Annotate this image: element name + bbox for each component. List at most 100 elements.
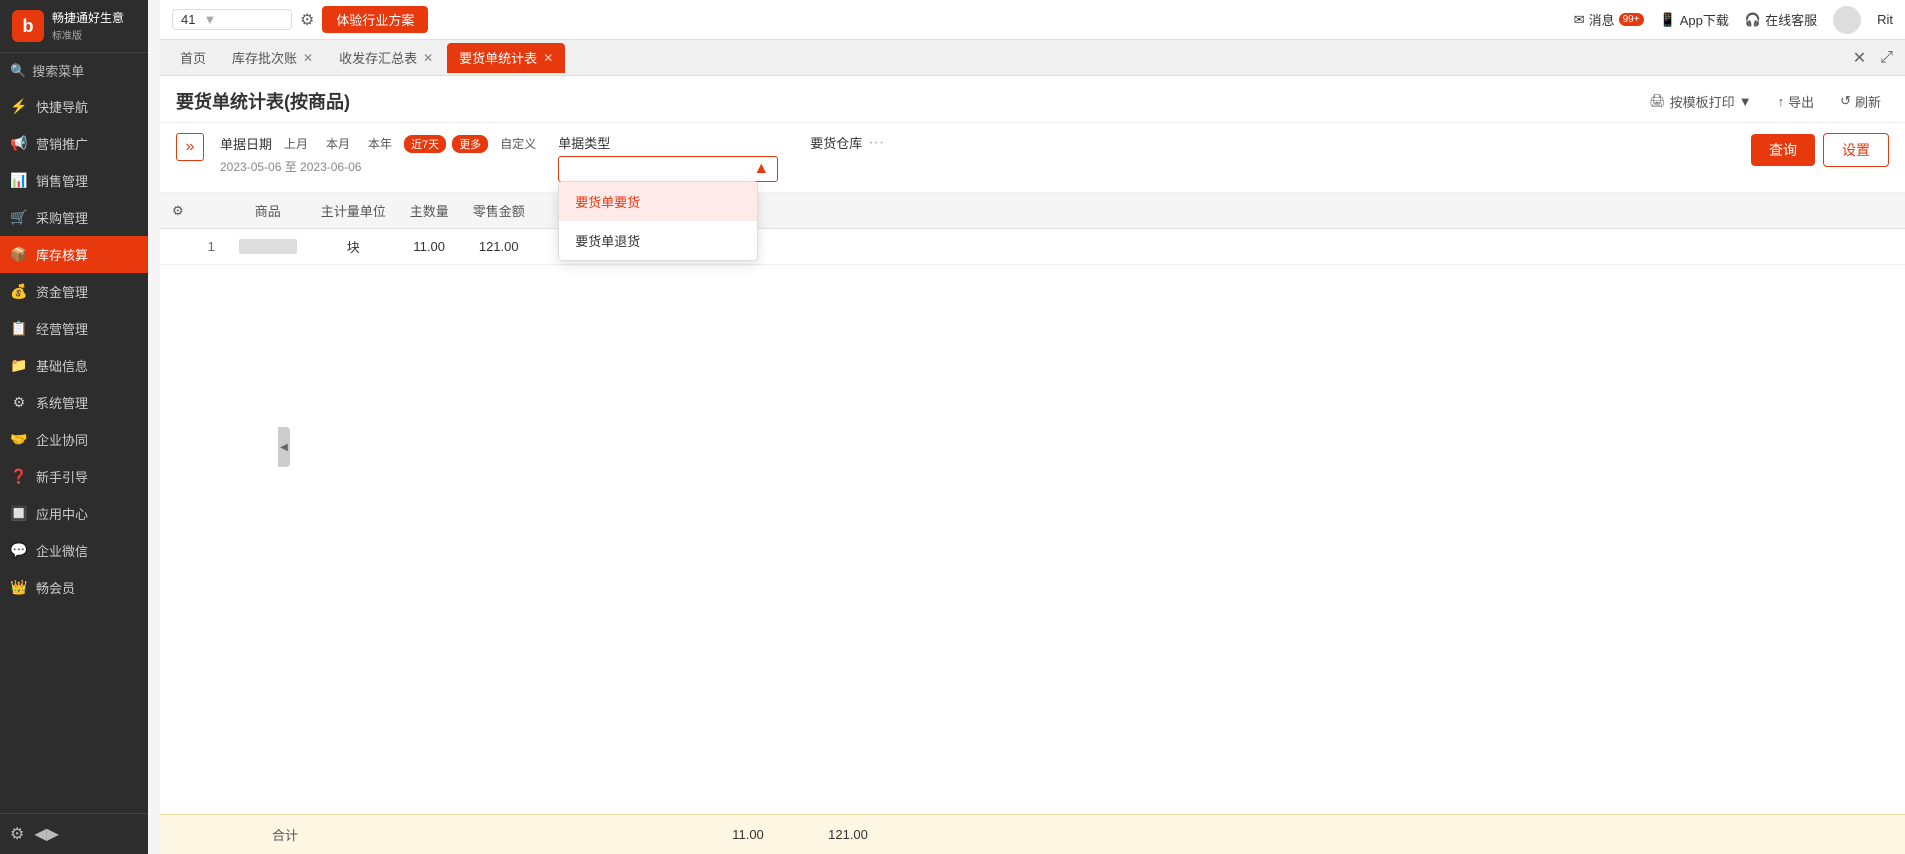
sidebar-item-wechat[interactable]: 💬 企业微信: [0, 532, 148, 569]
tab-inventory-batch[interactable]: 库存批次账 ✕: [220, 43, 325, 73]
dropdown-item-order-purchase[interactable]: 要货单要货: [559, 182, 757, 221]
print-chevron-icon: ▼: [1739, 94, 1752, 109]
date-btn-custom[interactable]: 自定义: [494, 133, 542, 154]
refresh-label: 刷新: [1855, 92, 1881, 111]
warehouse-more-icon[interactable]: ···: [868, 134, 884, 152]
sidebar-finance-label: 资金管理: [36, 282, 88, 301]
app-download-label: App下载: [1680, 10, 1729, 29]
company-dropdown-chevron: ▼: [203, 12, 216, 27]
type-filter-label: 单据类型: [558, 133, 778, 152]
online-service-button[interactable]: 🎧 在线客服: [1745, 10, 1817, 29]
app-center-icon: 🔲: [10, 505, 28, 523]
date-btn-last-month[interactable]: 上月: [278, 133, 314, 154]
page-header: 要货单统计表(按商品) 🖨 按模板打印 ▼ ↑ 导出 ↺ 刷新: [160, 76, 1905, 123]
tabbar: 首页 库存批次账 ✕ 收发存汇总表 ✕ 要货单统计表 ✕ ✕ ⤢: [160, 40, 1905, 76]
topbar-right: ✉ 消息 99+ 📱 App下载 🎧 在线客服 Rit: [1574, 6, 1893, 34]
filter-expand-button[interactable]: »: [176, 133, 204, 161]
tab-expand-icon[interactable]: ⤢: [1876, 47, 1897, 69]
filter-bar: » 单据日期 上月 本月 本年 近7天 更多 自定义 2023-05-06 至 …: [160, 123, 1905, 193]
export-button[interactable]: ↑ 导出: [1770, 89, 1823, 114]
sidebar-item-operation[interactable]: 📋 经营管理: [0, 310, 148, 347]
td-product: [227, 229, 309, 265]
print-button[interactable]: 🖨 按模板打印 ▼: [1641, 89, 1759, 114]
tab-order-summary[interactable]: 要货单统计表 ✕: [447, 43, 565, 73]
sidebar-item-sales[interactable]: 📊 销售管理: [0, 162, 148, 199]
online-service-label: 在线客服: [1765, 10, 1817, 29]
logo-icon: b: [12, 10, 44, 42]
headset-icon: 🎧: [1745, 12, 1761, 28]
tab-home[interactable]: 首页: [168, 43, 218, 73]
sidebar-item-marketing[interactable]: 📢 营销推广: [0, 125, 148, 162]
sidebar-item-system[interactable]: ⚙ 系统管理: [0, 384, 148, 421]
sales-icon: 📊: [10, 172, 28, 190]
tab-close-all-icon[interactable]: ✕: [1849, 46, 1870, 70]
th-settings[interactable]: ⚙: [160, 193, 196, 229]
date-filter-group: 单据日期 上月 本月 本年 近7天 更多 自定义 2023-05-06 至 20…: [220, 133, 542, 175]
messages-badge: 99+: [1619, 13, 1644, 26]
sidebar-item-inventory[interactable]: 📦 库存核算: [0, 236, 148, 273]
tab-receive-summary-close[interactable]: ✕: [423, 51, 433, 65]
sidebar-operation-label: 经营管理: [36, 319, 88, 338]
tab-receive-summary[interactable]: 收发存汇总表 ✕: [327, 43, 445, 73]
main-area: 41 ▼ ⚙ 体验行业方案 ✉ 消息 99+ 📱 App下载 🎧 在线客服 Ri…: [160, 0, 1905, 854]
query-button[interactable]: 查询: [1751, 134, 1815, 166]
warehouse-filter-group: 要货仓库 ···: [810, 133, 884, 152]
sidebar-basic-label: 基础信息: [36, 356, 88, 375]
page-title: 要货单统计表(按商品): [176, 88, 350, 114]
sidebar-enterprise-label: 企业协同: [36, 430, 88, 449]
purchase-icon: 🛒: [10, 209, 28, 227]
tab-order-summary-close[interactable]: ✕: [543, 51, 553, 65]
collapse-chevron-icon: ◀: [280, 442, 288, 453]
th-num: [196, 193, 227, 229]
message-icon: ✉: [1574, 12, 1585, 28]
td-num: 1: [196, 229, 227, 265]
refresh-button[interactable]: ↺ 刷新: [1832, 89, 1889, 114]
tabbar-controls: ✕ ⤢: [1849, 46, 1897, 70]
trial-button[interactable]: 体验行业方案: [322, 6, 428, 33]
warehouse-filter-label: 要货仓库: [810, 133, 862, 152]
guide-icon: ❓: [10, 468, 28, 486]
sidebar-item-search[interactable]: 🔍 搜索菜单: [0, 53, 148, 88]
app-download-button[interactable]: 📱 App下载: [1660, 10, 1729, 29]
sidebar-collapse-handle[interactable]: ◀: [278, 427, 290, 467]
sidebar-sales-label: 销售管理: [36, 171, 88, 190]
date-btn-recent-7[interactable]: 近7天: [404, 135, 446, 153]
data-table-area: ⚙ 商品 主计量单位 主数量 零售金额 1: [160, 193, 1905, 814]
company-selector[interactable]: 41 ▼: [172, 9, 292, 30]
operation-icon: 📋: [10, 320, 28, 338]
sidebar-purchase-label: 采购管理: [36, 208, 88, 227]
td-main-qty: 11.00: [398, 229, 461, 265]
sidebar-item-member[interactable]: 👑 畅会员: [0, 569, 148, 606]
sidebar-item-enterprise[interactable]: 🤝 企业协同: [0, 421, 148, 458]
sidebar-item-finance[interactable]: 💰 资金管理: [0, 273, 148, 310]
type-filter-group: 单据类型 ▲ 要货单要货 要货单退货: [558, 133, 778, 182]
settings-button[interactable]: 设置: [1823, 133, 1889, 167]
sidebar-item-app-center[interactable]: 🔲 应用中心: [0, 495, 148, 532]
sidebar-item-basic[interactable]: 📁 基础信息: [0, 347, 148, 384]
tab-inventory-batch-close[interactable]: ✕: [303, 51, 313, 65]
content-area: 要货单统计表(按商品) 🖨 按模板打印 ▼ ↑ 导出 ↺ 刷新: [160, 76, 1905, 854]
logo-text-block: 畅捷通好生意 标准版: [52, 10, 124, 42]
sidebar-item-guide[interactable]: ❓ 新手引导: [0, 458, 148, 495]
type-filter-select[interactable]: ▲: [558, 156, 778, 182]
sidebar-app-center-label: 应用中心: [36, 504, 88, 523]
sidebar-item-quick-nav[interactable]: ⚡ 快捷导航: [0, 88, 148, 125]
collapse-icon[interactable]: ◀▶: [34, 824, 59, 844]
date-btn-this-year[interactable]: 本年: [362, 133, 398, 154]
sidebar-item-purchase[interactable]: 🛒 采购管理: [0, 199, 148, 236]
topbar-gear-icon[interactable]: ⚙: [300, 10, 314, 30]
sidebar-bottom: ⚙ ◀▶: [0, 813, 148, 854]
settings-icon[interactable]: ⚙: [10, 824, 24, 844]
sidebar: b 畅捷通好生意 标准版 🔍 搜索菜单 ⚡ 快捷导航 📢 营销推广 📊 销售管理…: [0, 0, 148, 854]
messages-button[interactable]: ✉ 消息 99+: [1574, 10, 1644, 29]
marketing-icon: 📢: [10, 135, 28, 153]
th-unit: 主计量单位: [309, 193, 398, 229]
date-btn-more[interactable]: 更多: [452, 135, 488, 153]
date-btn-this-month[interactable]: 本月: [320, 133, 356, 154]
expand-chevron-icon: »: [186, 138, 195, 156]
sidebar-inventory-label: 库存核算: [36, 245, 88, 264]
dropdown-item-order-return[interactable]: 要货单退货: [559, 221, 757, 260]
type-chevron-up-icon: ▲: [753, 160, 769, 178]
avatar[interactable]: [1833, 6, 1861, 34]
user-name: Rit: [1877, 12, 1893, 27]
